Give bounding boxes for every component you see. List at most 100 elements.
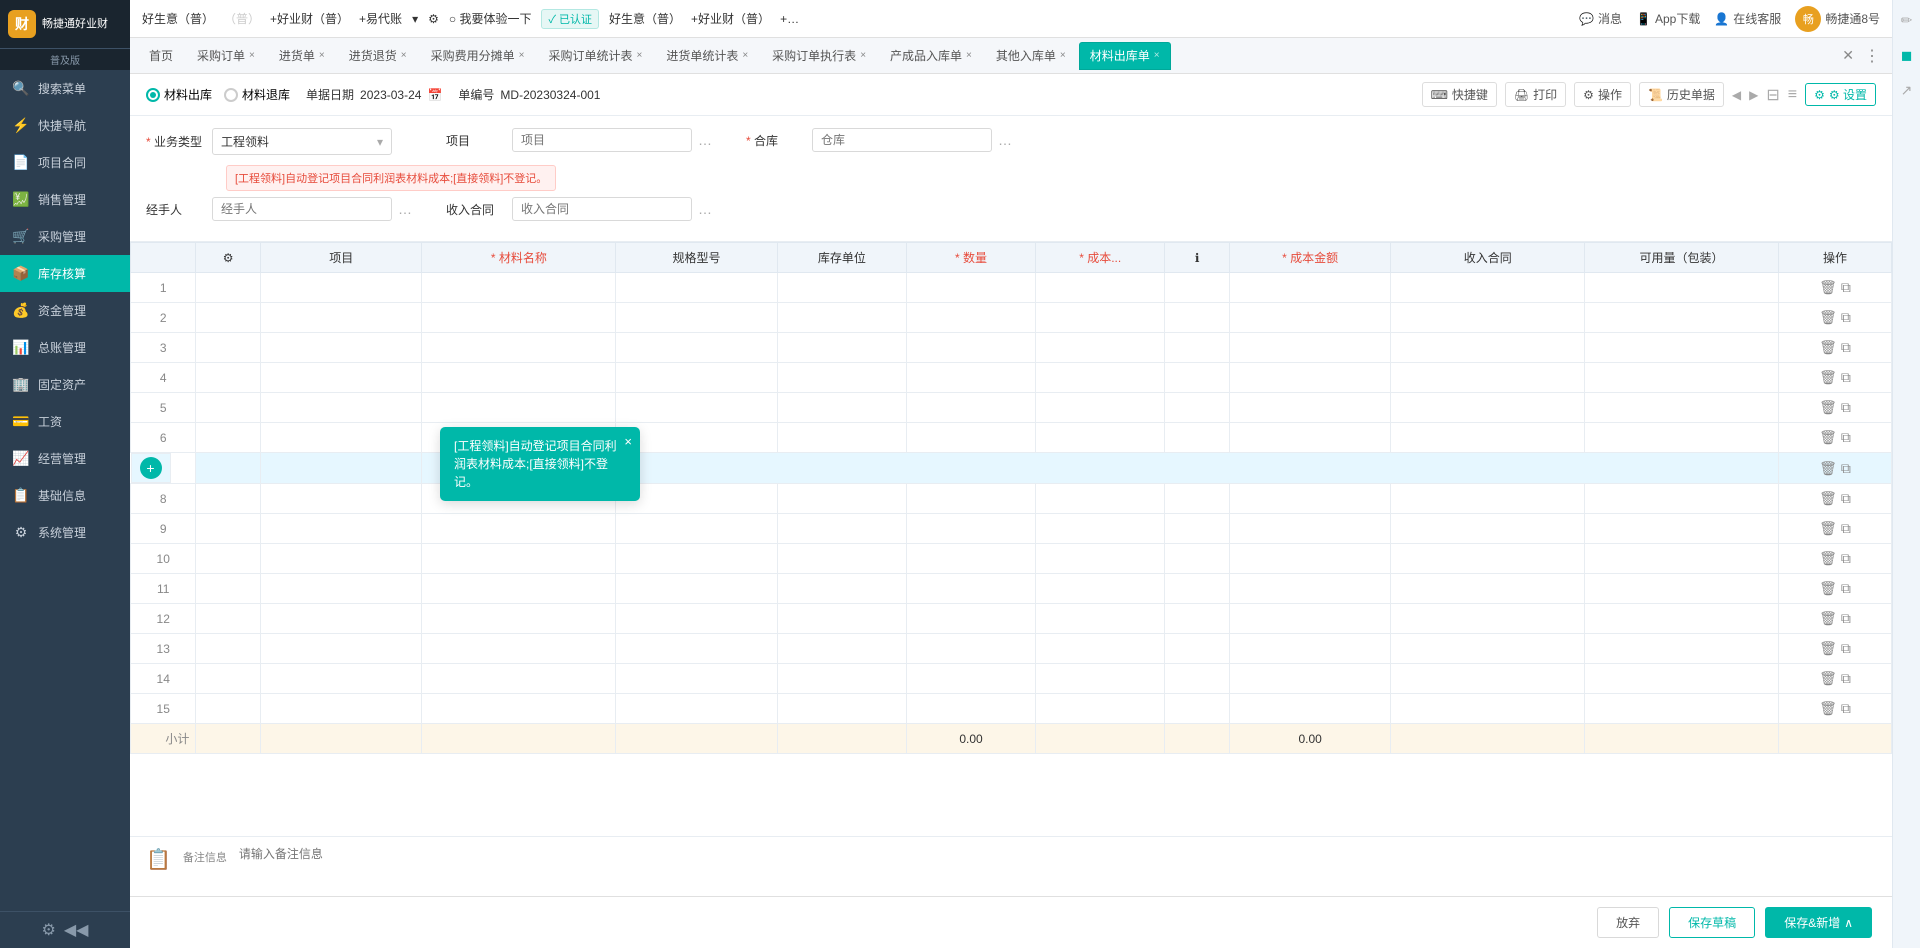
sidebar-item-sales[interactable]: 💹 销售管理 <box>0 181 130 218</box>
row-cell[interactable] <box>1229 694 1390 724</box>
row-cell[interactable] <box>1229 273 1390 303</box>
row-cell[interactable] <box>777 544 906 574</box>
row-cell[interactable] <box>1391 694 1585 724</box>
row-cell[interactable] <box>906 544 1035 574</box>
row-cell[interactable] <box>777 273 906 303</box>
prev-btn[interactable]: ◀ <box>1732 88 1741 102</box>
row-cell[interactable] <box>422 574 616 604</box>
row-cell[interactable] <box>616 634 777 664</box>
copy-row-btn[interactable]: ⧉ <box>1841 309 1851 326</box>
row-cell[interactable] <box>422 664 616 694</box>
copy-row-btn[interactable]: ⧉ <box>1841 580 1851 597</box>
row-cell[interactable] <box>260 574 421 604</box>
row-cell[interactable] <box>260 544 421 574</box>
row-cell[interactable] <box>777 423 906 453</box>
row-cell[interactable] <box>1585 664 1779 694</box>
row-cell[interactable] <box>906 423 1035 453</box>
row-cell[interactable] <box>906 664 1035 694</box>
delete-row-btn[interactable]: 🗑 <box>1819 610 1837 627</box>
row-cell[interactable] <box>906 604 1035 634</box>
collapse-btn[interactable]: ◀◀ <box>64 920 89 940</box>
row-cell[interactable] <box>1391 363 1585 393</box>
tab-other-inbound[interactable]: 其他入库单 × <box>985 42 1077 70</box>
row-cell[interactable] <box>616 514 777 544</box>
row-cell[interactable] <box>1391 544 1585 574</box>
bill-num-value[interactable]: MD-20230324-001 <box>500 88 600 102</box>
copy-row-btn[interactable]: ⧉ <box>1841 550 1851 567</box>
income-contract-input[interactable] <box>512 197 692 221</box>
row-cell[interactable] <box>906 393 1035 423</box>
row-cell[interactable] <box>777 393 906 423</box>
tab-purchase-order[interactable]: 采购订单 × <box>186 42 266 70</box>
row-cell[interactable] <box>1391 423 1585 453</box>
copy-row-btn[interactable]: ⧉ <box>1841 640 1851 657</box>
print-btn[interactable]: 🖨 打印 <box>1505 82 1566 107</box>
row-cell[interactable] <box>260 303 421 333</box>
delete-row-btn[interactable]: 🗑 <box>1819 700 1837 717</box>
row-cell[interactable] <box>422 393 616 423</box>
delete-row-btn[interactable]: 🗑 <box>1819 279 1837 296</box>
tab-purchase-exec[interactable]: 采购订单执行表 × <box>761 42 877 70</box>
settings-form-btn[interactable]: ⚙ ⚙ 设置 <box>1805 83 1876 106</box>
row-cell[interactable] <box>1036 303 1165 333</box>
row-cell[interactable] <box>1391 303 1585 333</box>
row-cell[interactable] <box>1585 303 1779 333</box>
tab-home[interactable]: 首页 <box>138 42 184 70</box>
delete-row-btn[interactable]: 🗑 <box>1819 429 1837 446</box>
warehouse-dots-btn[interactable]: … <box>998 132 1012 148</box>
row-cell[interactable] <box>777 363 906 393</box>
row-cell[interactable] <box>777 574 906 604</box>
topbar-experience[interactable]: ○ 我要体验一下 <box>449 10 532 27</box>
sidebar-item-operations[interactable]: 📈 经营管理 <box>0 440 130 477</box>
row-cell[interactable] <box>260 363 421 393</box>
row-cell[interactable] <box>1391 393 1585 423</box>
tab-material-outbound[interactable]: 材料出库单 × <box>1079 42 1171 70</box>
row-cell[interactable] <box>616 273 777 303</box>
topbar-dropdown-more[interactable]: ▾ <box>412 12 418 26</box>
row-cell[interactable] <box>422 273 616 303</box>
row-cell[interactable] <box>616 393 777 423</box>
sidebar-item-quicknav[interactable]: ⚡ 快捷导航 <box>0 107 130 144</box>
topbar-link-haoyecai2[interactable]: +好业财（普） <box>691 10 770 27</box>
row-cell[interactable] <box>1585 514 1779 544</box>
copy-row-btn[interactable]: ⧉ <box>1841 369 1851 386</box>
copy-row-btn[interactable]: ⧉ <box>1841 610 1851 627</box>
next-btn[interactable]: ▶ <box>1749 88 1758 102</box>
tab-close-icon[interactable]: × <box>519 50 525 61</box>
row-cell[interactable] <box>777 333 906 363</box>
row-cell[interactable] <box>777 604 906 634</box>
tab-inbound[interactable]: 进货单 × <box>268 42 336 70</box>
tab-purchase-expense[interactable]: 采购费用分摊单 × <box>420 42 536 70</box>
radio-material-return[interactable]: 材料退库 <box>224 86 290 103</box>
row-cell[interactable] <box>1585 393 1779 423</box>
quick-key-btn[interactable]: ⌨ 快捷键 <box>1422 82 1497 107</box>
row-cell[interactable] <box>1585 484 1779 514</box>
delete-row-btn[interactable]: 🗑 <box>1819 399 1837 416</box>
tab-inbound-return[interactable]: 进货退货 × <box>338 42 418 70</box>
row-cell[interactable] <box>260 514 421 544</box>
row-cell[interactable] <box>1036 634 1165 664</box>
row-cell[interactable] <box>422 544 616 574</box>
row-cell[interactable] <box>1036 604 1165 634</box>
row-cell[interactable] <box>616 363 777 393</box>
row-cell[interactable] <box>422 634 616 664</box>
topbar-msg-btn[interactable]: 💬 消息 <box>1579 10 1622 27</box>
row-cell[interactable] <box>260 333 421 363</box>
row-cell[interactable] <box>906 634 1035 664</box>
row-cell[interactable] <box>1585 273 1779 303</box>
row-cell[interactable] <box>260 634 421 664</box>
row-cell[interactable] <box>906 574 1035 604</box>
operate-btn[interactable]: ⚙ 操作 <box>1574 82 1631 107</box>
tabbar-more-btn[interactable]: ⋮ <box>1860 46 1884 66</box>
discard-button[interactable]: 放弃 <box>1597 907 1659 938</box>
project-input[interactable] <box>512 128 692 152</box>
biz-type-select[interactable]: 工程领料 ▾ <box>212 128 392 155</box>
sidebar-item-payroll[interactable]: 💳 工资 <box>0 403 130 440</box>
row-cell[interactable] <box>1585 423 1779 453</box>
right-edit-icon[interactable]: ✏ <box>1897 8 1917 33</box>
project-dots-btn[interactable]: … <box>698 132 712 148</box>
row-cell[interactable] <box>1585 604 1779 634</box>
handler-dots-btn[interactable]: … <box>398 201 412 217</box>
topbar-link-haoshengyi2[interactable]: 好生意（普） <box>609 10 681 27</box>
row-cell[interactable] <box>260 664 421 694</box>
